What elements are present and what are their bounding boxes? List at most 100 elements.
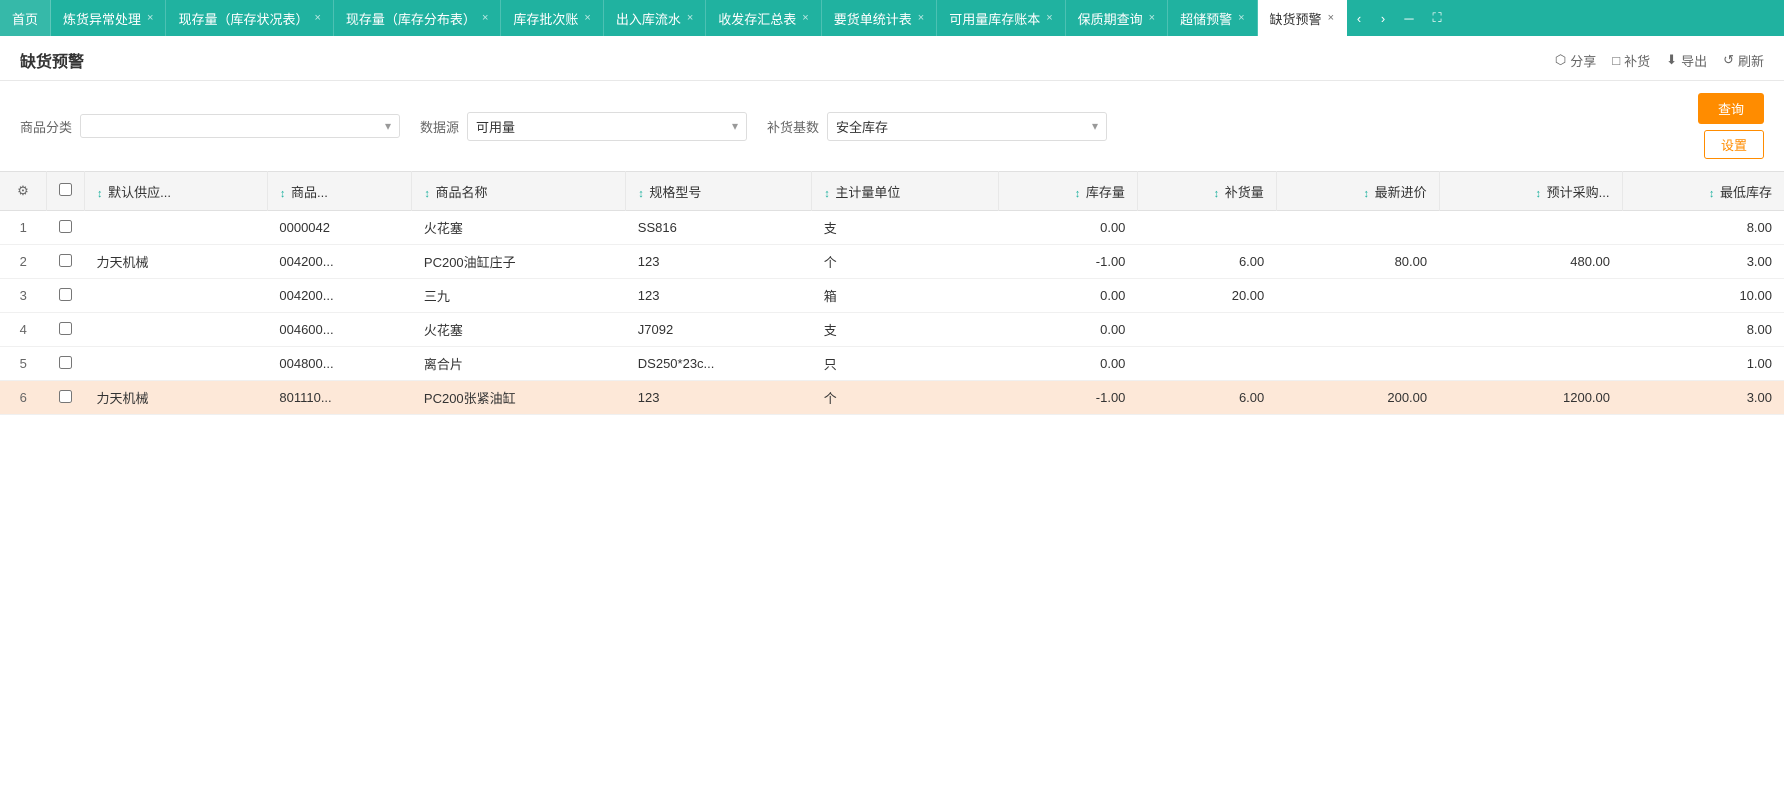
tab-close-requisition-stats[interactable]: × [918, 12, 924, 24]
refresh-icon: ↺ [1723, 52, 1734, 68]
filter-right-actions: 查询 设置 [1698, 93, 1764, 159]
td-estimated-purchase: 1200.00 [1439, 381, 1622, 415]
td-product-code: 801110... [267, 381, 412, 415]
settings-button[interactable]: 设置 [1704, 130, 1764, 159]
td-supplier: 力天机械 [85, 245, 268, 279]
td-checkbox[interactable] [47, 381, 85, 415]
td-latest-price: 200.00 [1276, 381, 1439, 415]
tab-close-overstock-warning[interactable]: × [1238, 12, 1244, 24]
th-supplier: ↕ 默认供应... [85, 172, 268, 211]
sort-icon-unit[interactable]: ↕ [824, 188, 830, 200]
tab-close-collection-summary[interactable]: × [802, 12, 808, 24]
td-replenish [1137, 347, 1276, 381]
td-unit: 只 [812, 347, 999, 381]
export-icon: ⬇ [1666, 52, 1677, 68]
table-body: 1 0000042 火花塞 SS816 支 0.00 8.00 2 力天机械 0… [0, 211, 1784, 415]
sort-icon-spec[interactable]: ↕ [638, 188, 644, 200]
tab-close-inout-flow[interactable]: × [687, 12, 693, 24]
shortage-table: ⚙ ↕ 默认供应... ↕ 商品... ↕ 商品名称 [0, 171, 1784, 415]
tab-home[interactable]: 首页 [0, 0, 51, 36]
td-min-stock: 3.00 [1622, 381, 1784, 415]
td-checkbox[interactable] [47, 245, 85, 279]
td-replenish: 20.00 [1137, 279, 1276, 313]
tab-close-inventory-dist[interactable]: × [482, 12, 488, 24]
tab-bar: 首页 炼货异常处理 × 现存量（库存状况表） × 现存量（库存分布表） × 库存… [0, 0, 1784, 36]
tab-inventory-dist[interactable]: 现存量（库存分布表） × [334, 0, 501, 36]
td-supplier [85, 347, 268, 381]
sort-icon-replenish[interactable]: ↕ [1214, 188, 1220, 200]
tab-abnormal[interactable]: 炼货异常处理 × [51, 0, 166, 36]
tab-batch-account[interactable]: 库存批次账 × [501, 0, 603, 36]
select-all-checkbox[interactable] [59, 183, 72, 196]
table-row: 2 力天机械 004200... PC200油缸庄子 123 个 -1.00 6… [0, 245, 1784, 279]
tab-expiry-query[interactable]: 保质期查询 × [1066, 0, 1168, 36]
td-product-name: 三九 [412, 279, 626, 313]
sort-icon-product-code[interactable]: ↕ [280, 188, 286, 200]
tab-close-batch-account[interactable]: × [584, 12, 590, 24]
table-header-row: ⚙ ↕ 默认供应... ↕ 商品... ↕ 商品名称 [0, 172, 1784, 211]
tab-shortage-warning[interactable]: 缺货预警 × [1258, 0, 1347, 36]
tab-close-inventory-status[interactable]: × [314, 12, 320, 24]
sort-icon-supplier[interactable]: ↕ [97, 188, 103, 200]
sort-icon-product-name[interactable]: ↕ [424, 188, 430, 200]
column-settings-icon[interactable]: ⚙ [12, 180, 34, 202]
table-row: 1 0000042 火花塞 SS816 支 0.00 8.00 [0, 211, 1784, 245]
td-stock: -1.00 [999, 381, 1138, 415]
tab-close-abnormal[interactable]: × [147, 12, 153, 24]
query-button[interactable]: 查询 [1698, 93, 1764, 124]
td-unit: 箱 [812, 279, 999, 313]
td-checkbox[interactable] [47, 211, 85, 245]
td-checkbox[interactable] [47, 313, 85, 347]
td-min-stock: 1.00 [1622, 347, 1784, 381]
td-latest-price [1276, 313, 1439, 347]
tab-minimize-button[interactable]: ─ [1395, 0, 1423, 36]
td-checkbox[interactable] [47, 279, 85, 313]
td-stock: 0.00 [999, 313, 1138, 347]
tab-close-available-ledger[interactable]: × [1046, 12, 1052, 24]
td-latest-price [1276, 347, 1439, 381]
category-select[interactable]: ▾ [80, 114, 400, 138]
td-spec: J7092 [626, 313, 812, 347]
tab-close-expiry-query[interactable]: × [1149, 12, 1155, 24]
header-actions: ⬡ 分享 □ 补货 ⬇ 导出 ↺ 刷新 [1555, 51, 1764, 70]
tab-prev-button[interactable]: ‹ [1347, 0, 1371, 36]
tab-fullscreen-button[interactable]: ⛶ [1423, 0, 1451, 36]
table-container: ⚙ ↕ 默认供应... ↕ 商品... ↕ 商品名称 [0, 171, 1784, 415]
th-min-stock: ↕ 最低库存 [1622, 172, 1784, 211]
datasource-value: 可用量 [476, 117, 515, 136]
td-row-num: 4 [0, 313, 47, 347]
th-checkbox[interactable] [47, 172, 85, 211]
td-replenish [1137, 313, 1276, 347]
tab-collection-summary[interactable]: 收发存汇总表 × [706, 0, 821, 36]
export-action[interactable]: ⬇ 导出 [1666, 51, 1707, 70]
sort-icon-min-stock[interactable]: ↕ [1709, 188, 1715, 200]
td-checkbox[interactable] [47, 347, 85, 381]
td-stock: -1.00 [999, 245, 1138, 279]
tab-inventory-status[interactable]: 现存量（库存状况表） × [166, 0, 333, 36]
td-estimated-purchase [1439, 211, 1622, 245]
td-spec: 123 [626, 279, 812, 313]
th-settings[interactable]: ⚙ [0, 172, 47, 211]
sort-icon-stock[interactable]: ↕ [1075, 188, 1081, 200]
tab-next-button[interactable]: › [1371, 0, 1395, 36]
sort-icon-latest-price[interactable]: ↕ [1363, 188, 1369, 200]
share-action[interactable]: ⬡ 分享 [1555, 51, 1596, 70]
td-row-num: 6 [0, 381, 47, 415]
tab-requisition-stats[interactable]: 要货单统计表 × [822, 0, 937, 36]
refresh-action[interactable]: ↺ 刷新 [1723, 51, 1764, 70]
datasource-select[interactable]: 可用量 ▾ [467, 112, 747, 141]
replenish-base-select[interactable]: 安全库存 ▾ [827, 112, 1107, 141]
tab-available-ledger[interactable]: 可用量库存账本 × [937, 0, 1065, 36]
td-product-code: 004800... [267, 347, 412, 381]
page-header: 缺货预警 ⬡ 分享 □ 补货 ⬇ 导出 ↺ 刷新 [0, 36, 1784, 81]
tab-close-shortage-warning[interactable]: × [1328, 12, 1334, 24]
tab-overstock-warning[interactable]: 超储预警 × [1168, 0, 1257, 36]
replenish-action[interactable]: □ 补货 [1612, 51, 1650, 70]
tab-inout-flow[interactable]: 出入库流水 × [604, 0, 706, 36]
th-product-name: ↕ 商品名称 [412, 172, 626, 211]
category-filter-group: 商品分类 ▾ [20, 114, 400, 138]
table-row: 5 004800... 离合片 DS250*23c... 只 0.00 1.00 [0, 347, 1784, 381]
sort-icon-estimated-purchase[interactable]: ↕ [1536, 188, 1542, 200]
th-spec: ↕ 规格型号 [626, 172, 812, 211]
td-estimated-purchase [1439, 347, 1622, 381]
